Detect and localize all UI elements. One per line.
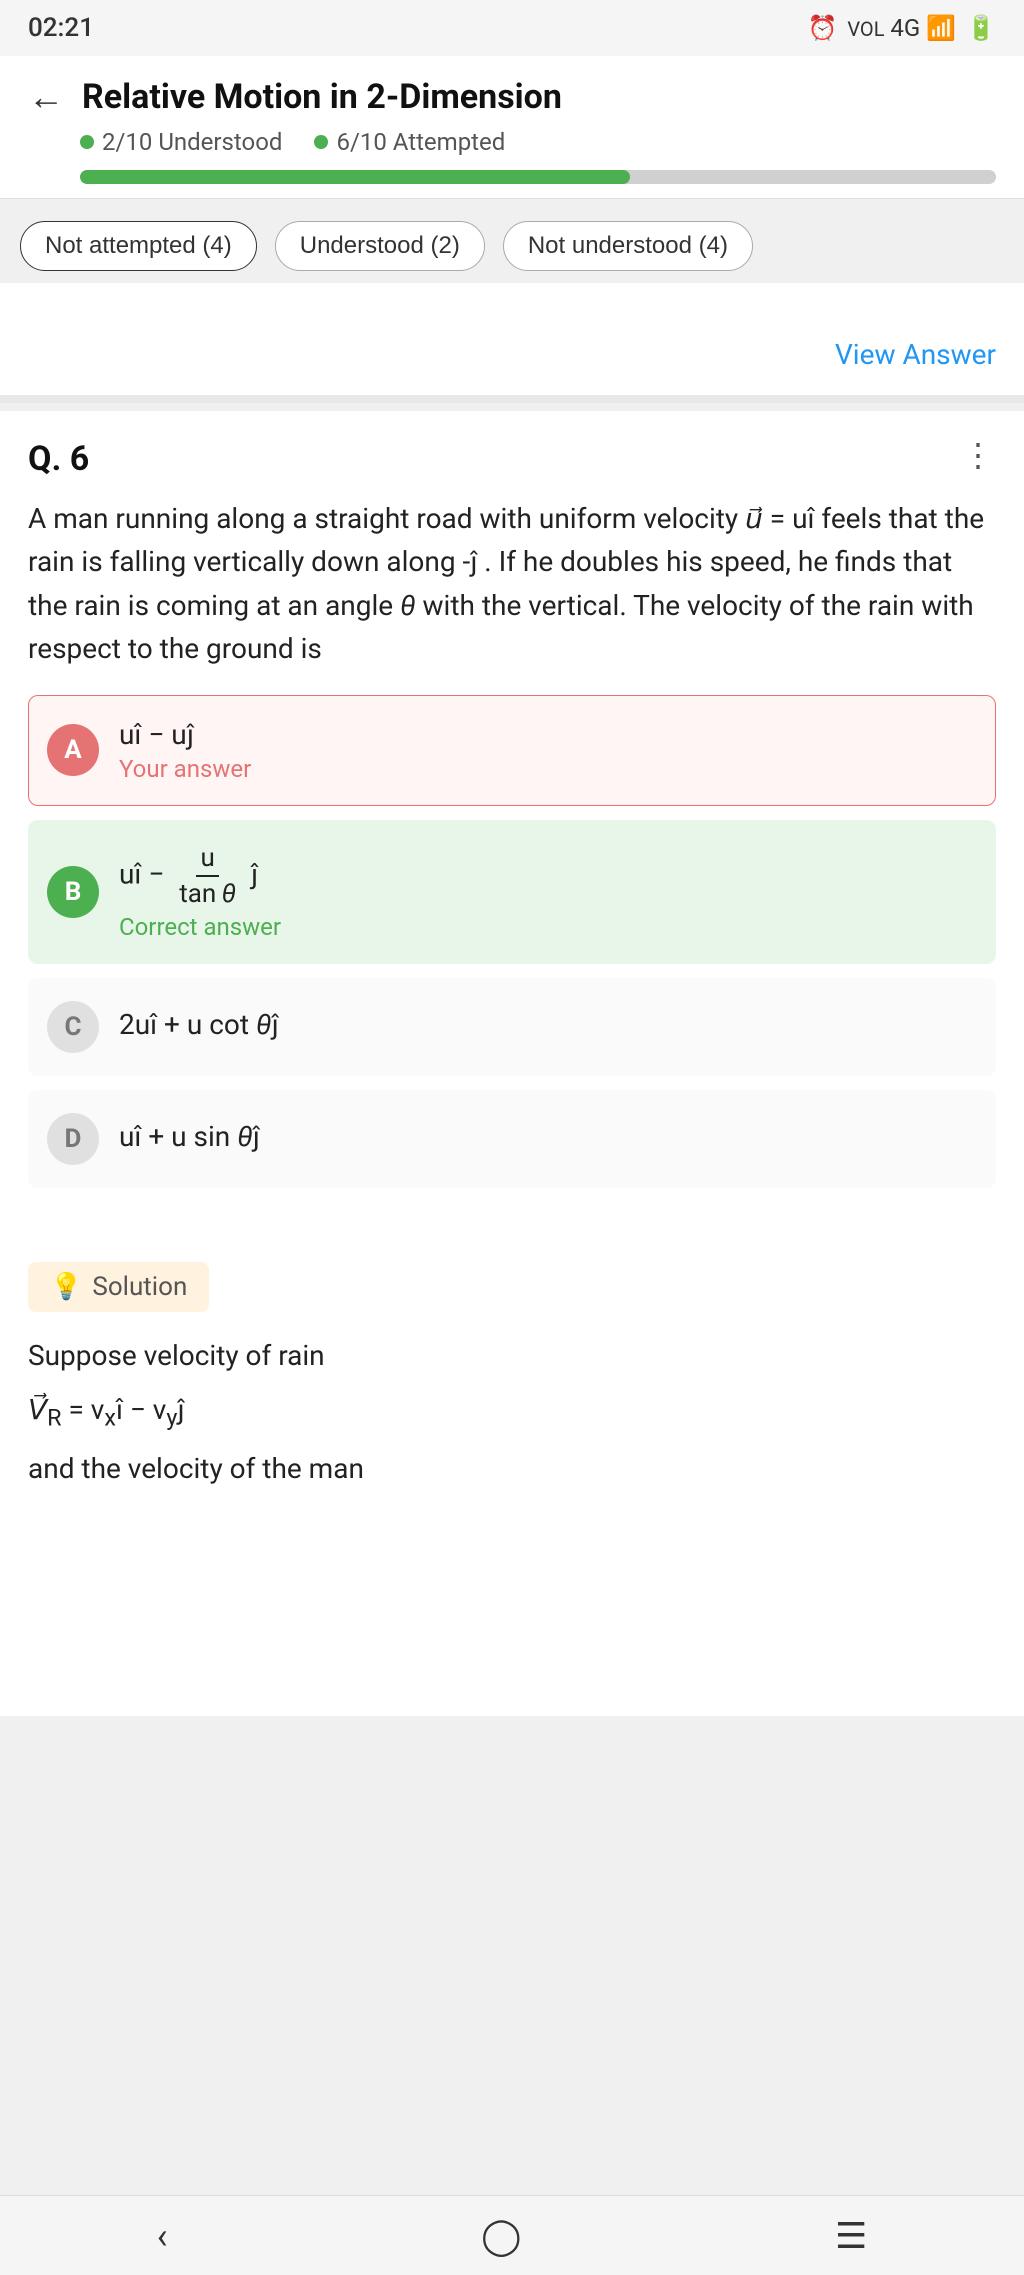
- more-options-icon[interactable]: ⋮: [962, 439, 996, 471]
- view-answer-link[interactable]: View Answer: [835, 338, 996, 371]
- solution-text: Suppose velocity of rain V⃗R = vxî − vyĵ…: [28, 1334, 996, 1493]
- option-b-circle: B: [47, 866, 99, 918]
- nav-home-button[interactable]: ◯: [441, 2205, 561, 2267]
- network-label: 4G: [890, 14, 920, 42]
- signal-icon: 📶: [926, 14, 956, 42]
- nav-back-button[interactable]: ‹: [117, 2205, 208, 2267]
- spacer: [0, 1516, 1024, 1716]
- option-b-math: uî − u tan θ ĵ: [119, 843, 977, 909]
- progress-bar-container: [80, 170, 996, 184]
- attempted-dot: [314, 135, 328, 149]
- option-d[interactable]: D uî + u sin θĵ: [28, 1090, 996, 1188]
- rain-velocity-vector: V⃗: [28, 1388, 47, 1433]
- question-card: Q. 6 ⋮ A man running along a straight ro…: [0, 411, 1024, 1238]
- option-c-content: 2uî + u cot θĵ: [119, 1008, 977, 1045]
- status-icons: ⏰ VOL 4G 📶 🔋: [807, 14, 996, 42]
- option-d-circle: D: [47, 1113, 99, 1165]
- option-b-label: Correct answer: [119, 913, 977, 941]
- option-d-content: uî + u sin θĵ: [119, 1120, 977, 1157]
- status-bar: 02:21 ⏰ VOL 4G 📶 🔋: [0, 0, 1024, 56]
- bottom-nav: ‹ ◯ ☰: [0, 2195, 1024, 2275]
- solution-paragraph-2: and the velocity of the man: [28, 1447, 996, 1492]
- option-a-circle: A: [47, 724, 99, 776]
- tab-not-attempted[interactable]: Not attempted (4): [20, 221, 257, 271]
- attempted-label: 6/10 Attempted: [336, 128, 505, 156]
- nav-menu-button[interactable]: ☰: [795, 2205, 907, 2267]
- vol-icon: VOL: [847, 17, 884, 41]
- solution-section: 💡 Solution Suppose velocity of rain V⃗R …: [0, 1238, 1024, 1517]
- status-time: 02:21: [28, 13, 94, 43]
- option-a-label: Your answer: [119, 755, 977, 783]
- option-b-content: uî − u tan θ ĵ Correct answer: [119, 843, 977, 941]
- question-number: Q. 6: [28, 439, 89, 479]
- fraction-b: u tan θ: [175, 843, 240, 909]
- battery-icon: 🔋: [966, 14, 996, 42]
- attempted-stat: 6/10 Attempted: [314, 128, 505, 156]
- solution-header-badge: 💡 Solution: [28, 1262, 209, 1312]
- view-answer-section: View Answer: [0, 283, 1024, 403]
- solution-label: Solution: [92, 1272, 187, 1302]
- understood-stat: 2/10 Understood: [80, 128, 282, 156]
- option-c-math: 2uî + u cot θĵ: [119, 1008, 977, 1041]
- solution-icon: 💡: [50, 1272, 82, 1302]
- option-b[interactable]: B uî − u tan θ ĵ Correct answer: [28, 820, 996, 964]
- header-stats: 2/10 Understood 6/10 Attempted: [80, 128, 996, 156]
- solution-paragraph-1: Suppose velocity of rain: [28, 1334, 996, 1379]
- solution-equation-1: V⃗R = vxî − vyĵ: [28, 1388, 996, 1437]
- option-a-content: uî − uĵ Your answer: [119, 718, 977, 783]
- option-d-math: uî + u sin θĵ: [119, 1120, 977, 1153]
- option-a-math: uî − uĵ: [119, 718, 977, 751]
- network-text: VOL 4G 📶: [847, 14, 956, 42]
- understood-label: 2/10 Understood: [102, 128, 282, 156]
- velocity-vector: u⃗: [745, 497, 763, 540]
- option-c-circle: C: [47, 1001, 99, 1053]
- progress-bar-fill: [80, 170, 630, 184]
- option-c[interactable]: C 2uî + u cot θĵ: [28, 978, 996, 1076]
- tab-not-understood[interactable]: Not understood (4): [503, 221, 753, 271]
- header-top: ← Relative Motion in 2-Dimension: [28, 76, 996, 118]
- filter-tabs: Not attempted (4) Understood (2) Not und…: [0, 199, 1024, 283]
- question-text: A man running along a straight road with…: [28, 497, 996, 671]
- back-button[interactable]: ←: [28, 76, 64, 118]
- header: ← Relative Motion in 2-Dimension 2/10 Un…: [0, 56, 1024, 199]
- option-a[interactable]: A uî − uĵ Your answer: [28, 695, 996, 806]
- page-title: Relative Motion in 2-Dimension: [82, 77, 562, 117]
- options-container: A uî − uĵ Your answer B uî − u tan θ ĵ C…: [28, 695, 996, 1202]
- tab-understood[interactable]: Understood (2): [275, 221, 485, 271]
- question-header: Q. 6 ⋮: [28, 439, 996, 479]
- alarm-icon: ⏰: [807, 14, 837, 42]
- understood-dot: [80, 135, 94, 149]
